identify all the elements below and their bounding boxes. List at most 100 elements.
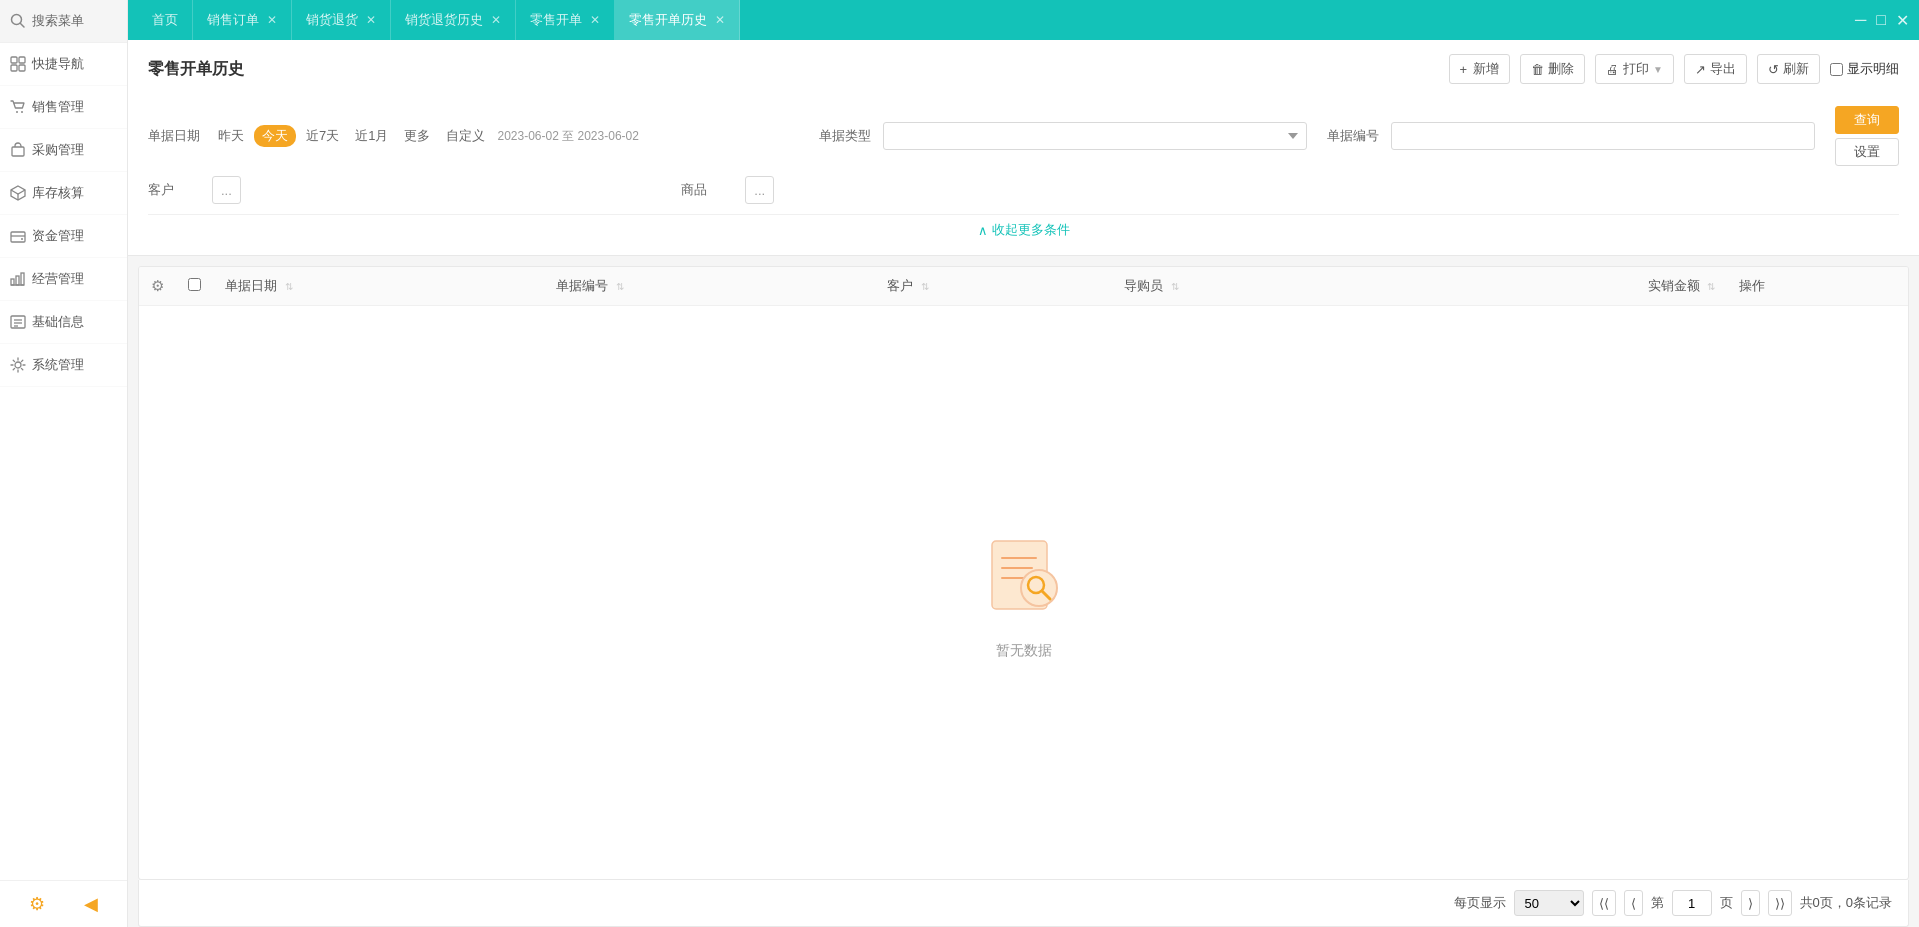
settings-filter-button[interactable]: 设置	[1835, 138, 1899, 166]
print-icon: 🖨	[1606, 62, 1619, 77]
tab-sales-return-close[interactable]: ✕	[366, 13, 376, 27]
page-title: 零售开单历史	[148, 59, 244, 80]
page-input[interactable]	[1672, 890, 1712, 916]
add-button[interactable]: + 新增	[1449, 54, 1511, 84]
page-label: 第	[1651, 894, 1664, 912]
svg-rect-4	[11, 65, 17, 71]
last-page-btn[interactable]: ⟩⟩	[1768, 890, 1792, 916]
refresh-button[interactable]: ↺ 刷新	[1757, 54, 1820, 84]
sidebar-item-inventory[interactable]: 库存核算	[0, 172, 127, 215]
last-month-btn[interactable]: 近1月	[349, 125, 394, 147]
print-button[interactable]: 🖨 打印 ▼	[1595, 54, 1674, 84]
grid-icon	[10, 56, 26, 73]
sort-doc-no-icon: ⇅	[616, 281, 624, 292]
customer-select-btn[interactable]: ...	[212, 176, 241, 204]
doc-no-input[interactable]	[1391, 122, 1815, 150]
tab-sales-order-close[interactable]: ✕	[267, 13, 277, 27]
svg-rect-13	[16, 276, 19, 285]
export-icon: ↗	[1695, 62, 1706, 77]
tab-bar-right: ─ □ ✕	[1855, 11, 1909, 30]
tab-retail-open-close[interactable]: ✕	[590, 13, 600, 27]
doc-type-filter: 单据类型	[819, 122, 1307, 150]
tab-retail-history[interactable]: 零售开单历史 ✕	[615, 0, 740, 40]
table-wrapper: ⚙ 单据日期 ⇅ 单据编号 ⇅	[138, 266, 1909, 880]
doc-no-label: 单据编号	[1327, 127, 1383, 145]
th-customer[interactable]: 客户 ⇅	[875, 267, 1112, 306]
tab-retail-open[interactable]: 零售开单 ✕	[516, 0, 615, 40]
last7-btn[interactable]: 近7天	[300, 125, 345, 147]
select-all-checkbox[interactable]	[188, 278, 201, 291]
goods-select-btn[interactable]: ...	[745, 176, 774, 204]
cart-icon	[10, 99, 26, 116]
export-label: 导出	[1710, 60, 1736, 78]
yesterday-btn[interactable]: 昨天	[212, 125, 250, 147]
sidebar-item-label: 销售管理	[32, 98, 84, 116]
table-head: ⚙ 单据日期 ⇅ 单据编号 ⇅	[139, 267, 1908, 306]
prev-page-btn[interactable]: ⟨	[1624, 890, 1643, 916]
more-date-btn[interactable]: 更多	[398, 125, 436, 147]
export-button[interactable]: ↗ 导出	[1684, 54, 1747, 84]
tab-home[interactable]: 首页	[138, 0, 193, 40]
sort-amount-icon: ⇅	[1707, 281, 1715, 292]
sidebar-item-label: 库存核算	[32, 184, 84, 202]
date-range-text: 2023-06-02 至 2023-06-02	[497, 128, 638, 145]
svg-rect-14	[21, 273, 24, 285]
first-page-btn[interactable]: ⟨⟨	[1592, 890, 1616, 916]
collapse-bottom-icon[interactable]: ◀	[84, 893, 98, 915]
goods-label: 商品	[681, 181, 737, 199]
th-doc-no[interactable]: 单据编号 ⇅	[544, 267, 875, 306]
goods-filter: 商品 ...	[681, 176, 1194, 204]
sidebar-item-label: 快捷导航	[32, 55, 84, 73]
today-btn[interactable]: 今天	[254, 125, 296, 147]
table-settings-icon[interactable]: ⚙	[151, 277, 164, 294]
th-guide[interactable]: 导购员 ⇅	[1112, 267, 1396, 306]
display-detail-checkbox[interactable]	[1830, 63, 1843, 76]
custom-date-btn[interactable]: 自定义	[440, 125, 491, 147]
next-page-btn[interactable]: ⟩	[1741, 890, 1760, 916]
per-page-select[interactable]: 50 10 20 100	[1514, 890, 1584, 916]
wallet-icon	[10, 228, 26, 245]
sidebar-item-system-mgmt[interactable]: 系统管理	[0, 344, 127, 387]
page-unit: 页	[1720, 894, 1733, 912]
empty-text: 暂无数据	[996, 642, 1052, 660]
query-button[interactable]: 查询	[1835, 106, 1899, 134]
sidebar-item-label: 采购管理	[32, 141, 84, 159]
sidebar-item-purchase-mgmt[interactable]: 采购管理	[0, 129, 127, 172]
tab-sales-return-history-close[interactable]: ✕	[491, 13, 501, 27]
date-quick-btns: 昨天 今天 近7天 近1月 更多 自定义	[212, 125, 491, 147]
sidebar-item-sales-mgmt[interactable]: 销售管理	[0, 86, 127, 129]
search-icon	[10, 13, 26, 30]
refresh-label: 刷新	[1783, 60, 1809, 78]
collapse-bar[interactable]: ∧ 收起更多条件	[148, 214, 1899, 243]
sidebar-search[interactable]: 搜索菜单	[0, 0, 127, 43]
date-filter: 单据日期 昨天 今天 近7天 近1月 更多 自定义 2023-06-02 至 2…	[148, 125, 799, 147]
doc-type-select[interactable]	[883, 122, 1307, 150]
sidebar-item-business[interactable]: 经营管理	[0, 258, 127, 301]
svg-rect-10	[11, 232, 25, 242]
th-settings: ⚙	[139, 267, 176, 306]
window-minimize-icon[interactable]: ─	[1855, 11, 1866, 29]
sidebar-item-quick-nav[interactable]: 快捷导航	[0, 43, 127, 86]
tab-sales-return-history[interactable]: 销货退货历史 ✕	[391, 0, 516, 40]
settings-bottom-icon[interactable]: ⚙	[29, 893, 45, 915]
tab-retail-history-close[interactable]: ✕	[715, 13, 725, 27]
sidebar-item-basic-info[interactable]: 基础信息	[0, 301, 127, 344]
display-detail-toggle[interactable]: 显示明细	[1830, 60, 1899, 78]
svg-rect-8	[12, 147, 24, 156]
delete-button[interactable]: 🗑 删除	[1520, 54, 1585, 84]
info-icon	[10, 314, 26, 331]
sidebar-search-label: 搜索菜单	[32, 12, 84, 30]
sidebar-item-finance[interactable]: 资金管理	[0, 215, 127, 258]
th-doc-date[interactable]: 单据日期 ⇅	[213, 267, 544, 306]
tab-sales-order[interactable]: 销售订单 ✕	[193, 0, 292, 40]
svg-rect-12	[11, 279, 14, 285]
page-title-row: 零售开单历史 + 新增 🗑 删除 🖨 打印 ▼	[148, 54, 1899, 84]
tab-sales-order-label: 销售订单	[207, 11, 259, 29]
th-actual-amount[interactable]: 实销金额 ⇅	[1396, 267, 1727, 306]
window-maximize-icon[interactable]: □	[1876, 11, 1886, 29]
svg-rect-2	[11, 57, 17, 63]
display-detail-label: 显示明细	[1847, 60, 1899, 78]
window-close-icon[interactable]: ✕	[1896, 11, 1909, 30]
bag-icon	[10, 142, 26, 159]
tab-sales-return[interactable]: 销货退货 ✕	[292, 0, 391, 40]
